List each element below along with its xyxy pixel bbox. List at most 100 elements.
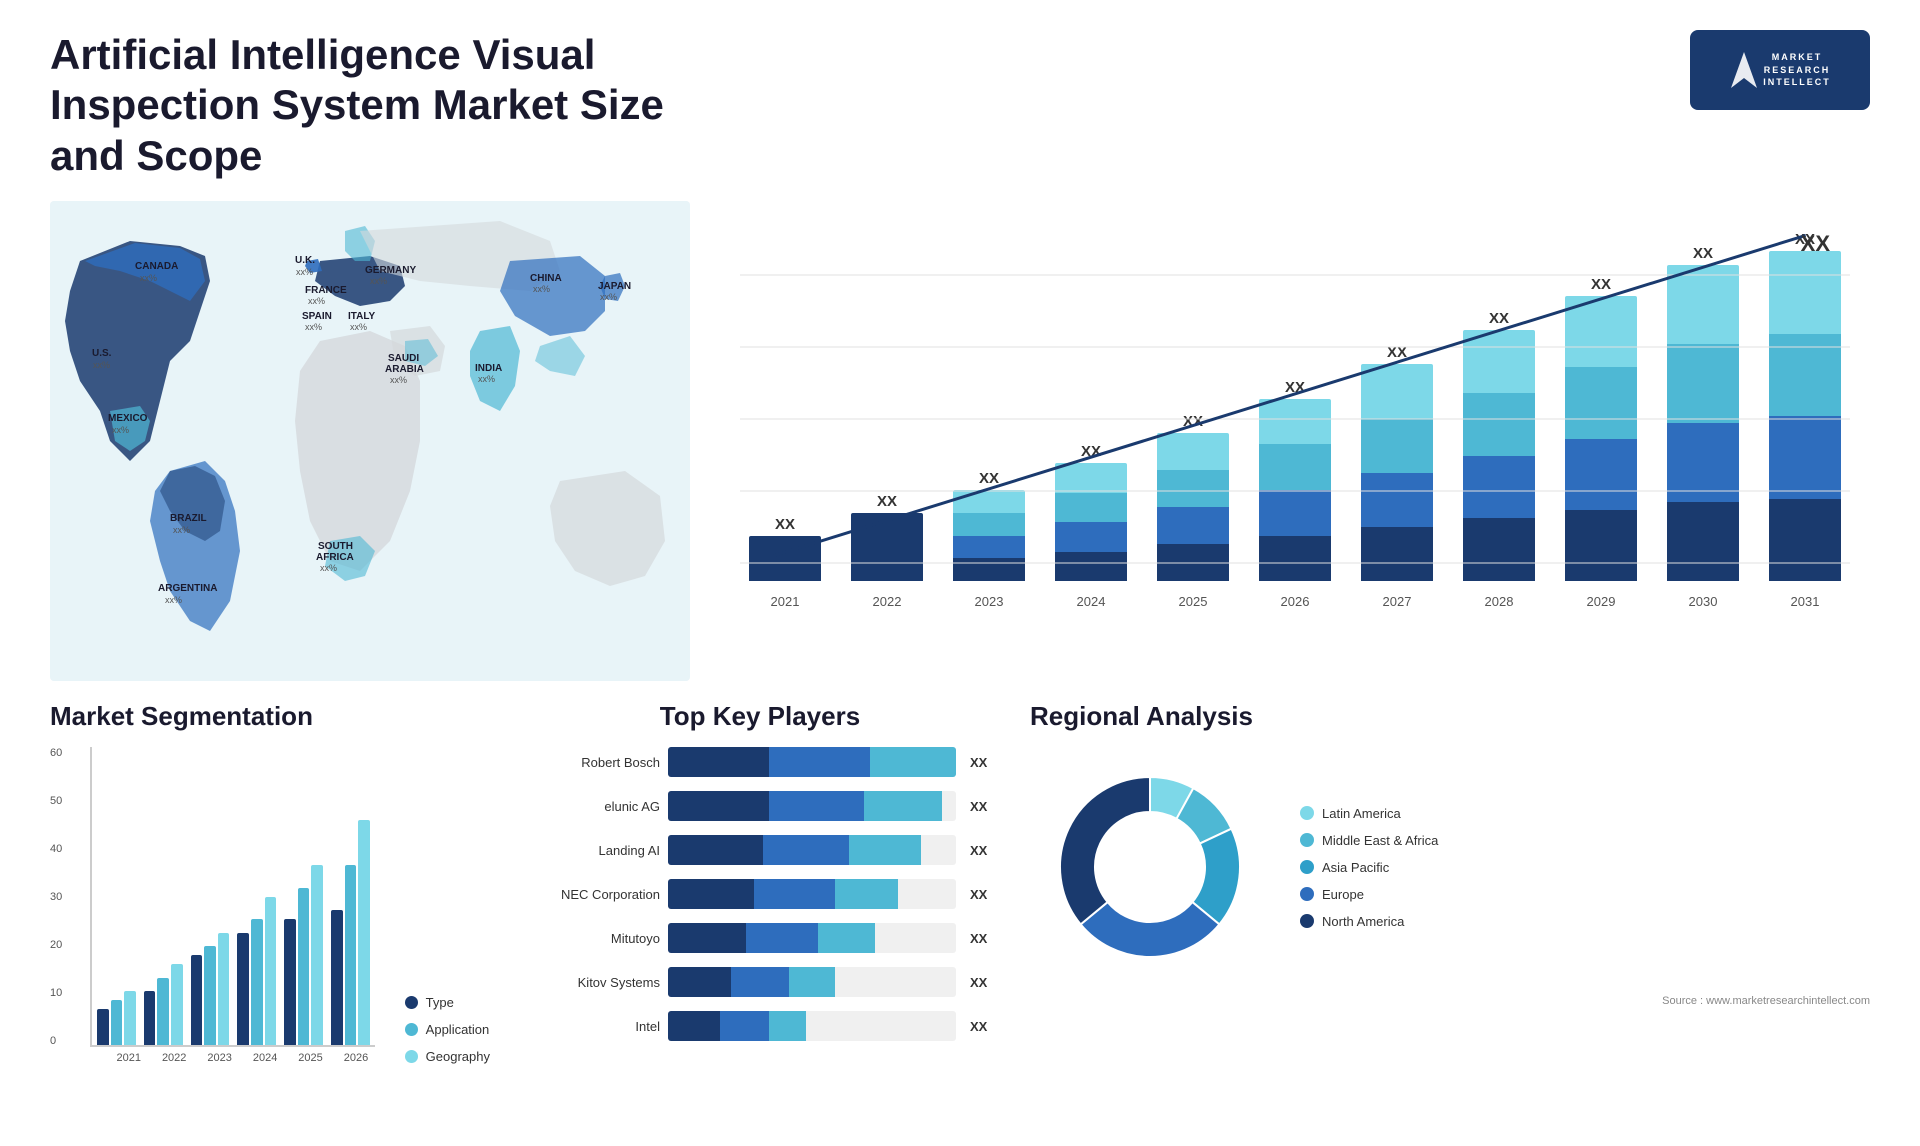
seg-bar-2-2 <box>218 933 230 1046</box>
bars-wrapper: XXXXXXXXXXXXXXXXXXXXXX <box>740 221 1850 581</box>
map-sublabel-brazil: xx% <box>173 525 190 535</box>
players-title: Top Key Players <box>520 701 1000 732</box>
donut-chart-svg <box>1030 747 1270 987</box>
player-bar-seg <box>720 1011 769 1041</box>
seg-bar-group-4 <box>284 865 323 1045</box>
seg-year-2025: 2025 <box>292 1052 329 1064</box>
player-row: Robert BoschXX <box>520 747 1000 777</box>
map-sublabel-italy: xx% <box>350 322 367 332</box>
player-name: Intel <box>520 1019 660 1034</box>
seg-legend-item-application: Application <box>405 1022 490 1037</box>
donut-segment <box>1081 902 1220 957</box>
seg-y-50: 50 <box>50 795 62 807</box>
map-label-france: FRANCE <box>305 285 347 296</box>
seg-bar-1-1 <box>157 978 169 1046</box>
seg-legend-label: Application <box>426 1022 490 1037</box>
seg-year-2022: 2022 <box>155 1052 192 1064</box>
player-value: XX <box>970 1019 1000 1034</box>
player-bar-seg <box>849 835 921 865</box>
regional-legend-label: North America <box>1322 914 1404 929</box>
segmentation-title: Market Segmentation <box>50 701 490 732</box>
bar-group-2025: XX <box>1148 231 1238 581</box>
bar-stack-2021 <box>749 536 821 582</box>
map-label-sa: SOUTH <box>318 541 353 552</box>
logo-box: MARKET RESEARCH INTELLECT <box>1690 30 1870 110</box>
seg-year-2026: 2026 <box>337 1052 374 1064</box>
bar-group-2028: XX <box>1454 231 1544 581</box>
player-name: elunic AG <box>520 799 660 814</box>
seg-year-2023: 2023 <box>201 1052 238 1064</box>
map-sublabel-india: xx% <box>478 374 495 384</box>
player-bar-seg <box>668 791 769 821</box>
seg-y-0: 0 <box>50 1035 62 1047</box>
bar-stack-2030 <box>1667 265 1739 581</box>
map-sublabel-spain: xx% <box>305 322 322 332</box>
seg-bar-4-0 <box>284 919 296 1045</box>
logo: MARKET RESEARCH INTELLECT <box>1690 30 1870 110</box>
regional-dot <box>1300 860 1314 874</box>
regional-legend-item: Europe <box>1300 887 1438 902</box>
bar-value-2027: XX <box>1387 344 1407 361</box>
regional-dot <box>1300 887 1314 901</box>
player-bar-seg <box>818 923 876 953</box>
regional-legend-label: Middle East & Africa <box>1322 833 1438 848</box>
source-text: Source : www.marketresearchintellect.com <box>1030 995 1870 1007</box>
player-bar-seg <box>789 967 835 997</box>
regional-legend-item: North America <box>1300 914 1438 929</box>
player-row: NEC Corporation XX <box>520 879 1000 909</box>
bar-value-2021: XX <box>775 516 795 533</box>
player-name: Robert Bosch <box>520 755 660 770</box>
year-label-2022: 2022 <box>842 594 932 609</box>
segmentation-container: Market Segmentation 60 50 40 30 20 10 0 <box>50 701 490 1116</box>
map-sublabel-argentina: xx% <box>165 595 182 605</box>
bar-group-2024: XX <box>1046 231 1136 581</box>
player-bar-seg <box>668 923 746 953</box>
seg-bar-1-0 <box>144 991 156 1045</box>
year-label-2024: 2024 <box>1046 594 1136 609</box>
bar-value-2029: XX <box>1591 276 1611 293</box>
seg-bar-group-5 <box>331 820 370 1045</box>
seg-bar-3-0 <box>237 933 249 1046</box>
year-label-2028: 2028 <box>1454 594 1544 609</box>
seg-legend: TypeApplicationGeography <box>405 995 490 1064</box>
map-label-us: U.S. <box>92 348 112 359</box>
bar-group-2026: XX <box>1250 231 1340 581</box>
seg-year-2024: 2024 <box>246 1052 283 1064</box>
year-label-2021: 2021 <box>740 594 830 609</box>
players-list: Robert BoschXXelunic AGXXLanding AIXXNEC… <box>520 747 1000 1047</box>
map-label-italy: ITALY <box>348 311 376 322</box>
player-bar-seg <box>769 791 864 821</box>
seg-y-10: 10 <box>50 987 62 999</box>
world-map-svg: CANADA xx% U.S. xx% MEXICO xx% BRAZIL xx… <box>50 201 690 681</box>
map-label-uk: U.K. <box>295 255 315 266</box>
seg-bar-group-3 <box>237 897 276 1046</box>
logo-text-line2: RESEARCH <box>1763 64 1831 77</box>
player-bar-seg <box>731 967 789 997</box>
seg-legend-dot <box>405 1050 418 1063</box>
player-bar-container <box>668 1011 956 1041</box>
player-name: NEC Corporation <box>520 887 660 902</box>
seg-chart <box>90 747 375 1047</box>
map-sublabel-china: xx% <box>533 284 550 294</box>
seg-bar-3-1 <box>251 919 263 1045</box>
player-name: Mitutoyo <box>520 931 660 946</box>
seg-legend-label: Geography <box>426 1049 490 1064</box>
map-label-argentina: ARGENTINA <box>158 583 217 594</box>
seg-legend-item-geography: Geography <box>405 1049 490 1064</box>
player-value: XX <box>970 887 1000 902</box>
bar-value-2023: XX <box>979 470 999 487</box>
bar-value-2022: XX <box>877 493 897 510</box>
bar-group-2022: XX <box>842 231 932 581</box>
seg-bar-group-1 <box>144 964 183 1045</box>
bar-stack-2029 <box>1565 296 1637 581</box>
seg-bar-0-0 <box>97 1009 109 1045</box>
header: Artificial Intelligence Visual Inspectio… <box>50 30 1870 181</box>
bar-stack-2031 <box>1769 251 1841 581</box>
seg-bar-4-1 <box>298 888 310 1046</box>
bar-stack-2022 <box>851 513 923 581</box>
bar-stack-2027 <box>1361 364 1433 581</box>
regional-legend: Latin AmericaMiddle East & AfricaAsia Pa… <box>1300 806 1438 929</box>
player-value: XX <box>970 843 1000 858</box>
player-bar-seg <box>754 879 835 909</box>
bar-value-2026: XX <box>1285 379 1305 396</box>
